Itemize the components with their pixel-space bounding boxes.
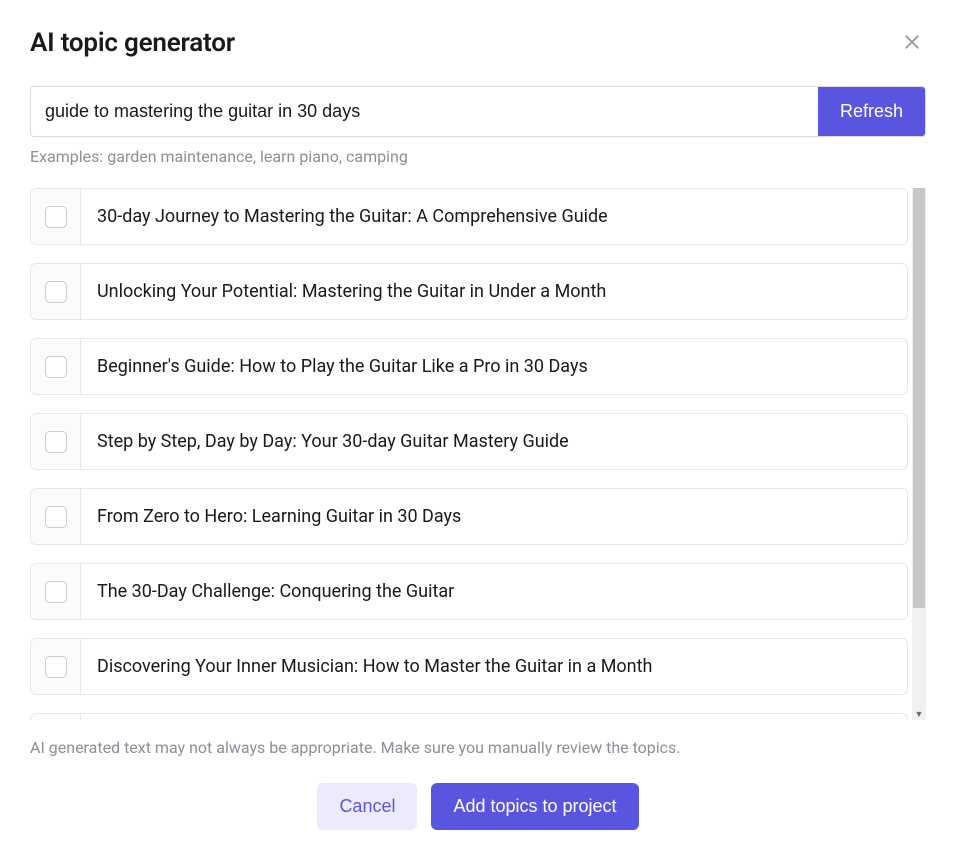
topic-checkbox[interactable]	[45, 431, 67, 453]
checkbox-cell	[31, 339, 81, 394]
topic-row[interactable]: The 30-Day Challenge: Conquering the Gui…	[30, 563, 908, 620]
scroll-down-icon[interactable]: ▼	[912, 708, 926, 722]
examples-text: Examples: garden maintenance, learn pian…	[30, 147, 926, 166]
topic-checkbox[interactable]	[45, 581, 67, 603]
topic-row[interactable]: Beginner's Guide: How to Play the Guitar…	[30, 338, 908, 395]
topic-text: Discovering Your Inner Musician: How to …	[81, 639, 907, 694]
topic-text: Beginner's Guide: How to Play the Guitar…	[81, 339, 907, 394]
topic-checkbox[interactable]	[45, 656, 67, 678]
close-button[interactable]	[898, 28, 926, 56]
topic-checkbox[interactable]	[45, 356, 67, 378]
checkbox-cell	[31, 564, 81, 619]
footer: Cancel Add topics to project	[30, 783, 926, 830]
topic-row[interactable]: One Month to Mastery: A Detailed Guide t…	[30, 713, 908, 720]
topic-input[interactable]	[31, 87, 818, 136]
checkbox-cell	[31, 489, 81, 544]
topic-checkbox[interactable]	[45, 206, 67, 228]
topic-text: One Month to Mastery: A Detailed Guide t…	[81, 714, 907, 720]
topic-text: From Zero to Hero: Learning Guitar in 30…	[81, 489, 907, 544]
topic-row[interactable]: 30-day Journey to Mastering the Guitar: …	[30, 188, 908, 245]
topic-row[interactable]: Step by Step, Day by Day: Your 30-day Gu…	[30, 413, 908, 470]
disclaimer-text: AI generated text may not always be appr…	[30, 738, 926, 757]
checkbox-cell	[31, 264, 81, 319]
topics-list: 30-day Journey to Mastering the Guitar: …	[30, 188, 926, 720]
topic-checkbox[interactable]	[45, 281, 67, 303]
scrollbar-thumb[interactable]	[913, 188, 925, 608]
checkbox-cell	[31, 189, 81, 244]
topic-checkbox[interactable]	[45, 506, 67, 528]
scrollbar[interactable]: ▲ ▼	[912, 188, 926, 720]
topic-input-row: Refresh	[30, 86, 926, 137]
topic-row[interactable]: Discovering Your Inner Musician: How to …	[30, 638, 908, 695]
topic-text: 30-day Journey to Mastering the Guitar: …	[81, 189, 907, 244]
topic-text: Unlocking Your Potential: Mastering the …	[81, 264, 907, 319]
topic-text: The 30-Day Challenge: Conquering the Gui…	[81, 564, 907, 619]
topic-text: Step by Step, Day by Day: Your 30-day Gu…	[81, 414, 907, 469]
cancel-button[interactable]: Cancel	[317, 783, 417, 830]
checkbox-cell	[31, 714, 81, 720]
checkbox-cell	[31, 639, 81, 694]
page-title: AI topic generator	[30, 28, 235, 58]
close-icon	[902, 40, 922, 55]
checkbox-cell	[31, 414, 81, 469]
refresh-button[interactable]: Refresh	[818, 87, 925, 136]
add-topics-button[interactable]: Add topics to project	[431, 783, 638, 830]
topic-row[interactable]: Unlocking Your Potential: Mastering the …	[30, 263, 908, 320]
topic-row[interactable]: From Zero to Hero: Learning Guitar in 30…	[30, 488, 908, 545]
